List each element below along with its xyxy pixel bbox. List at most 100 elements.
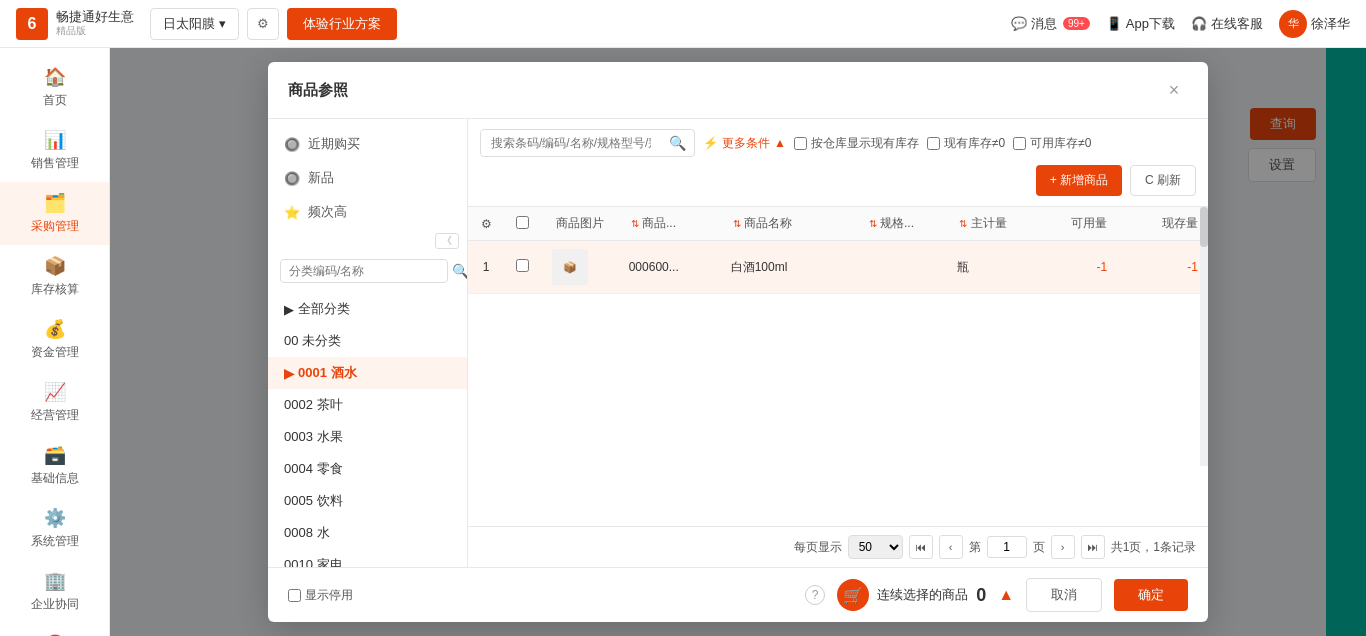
show-disabled-label: 显示停用	[305, 587, 353, 604]
table-header: ⚙ 商品图片 ⇅ 商品...	[468, 207, 1208, 241]
select-all-checkbox[interactable]	[516, 216, 529, 229]
available-stock-checkbox-label[interactable]: 可用库存≠0	[1013, 135, 1091, 152]
confirm-button[interactable]: 确定	[1114, 579, 1188, 611]
cancel-button[interactable]: 取消	[1026, 578, 1102, 612]
sidebar-item-base[interactable]: 🗃️ 基础信息	[0, 434, 109, 497]
category-0005-label: 0005 饮料	[284, 492, 343, 510]
more-filter-button[interactable]: ⚡ 更多条件 ▲	[703, 135, 786, 152]
category-0002-label: 0002 茶叶	[284, 396, 343, 414]
category-0002[interactable]: 0002 茶叶	[268, 389, 467, 421]
category-0004[interactable]: 0004 零食	[268, 453, 467, 485]
refresh-button[interactable]: C 刷新	[1130, 165, 1196, 196]
row-code: 000600...	[619, 241, 721, 294]
left-panel-collapse-button[interactable]: 《	[435, 233, 459, 249]
new-label: 新品	[308, 169, 334, 187]
category-0003[interactable]: 0003 水果	[268, 421, 467, 453]
category-0008[interactable]: 0008 水	[268, 517, 467, 549]
sidebar-item-finance[interactable]: 💰 资金管理	[0, 308, 109, 371]
category-search-input[interactable]	[280, 259, 448, 283]
category-search-icon[interactable]: 🔍	[452, 263, 468, 279]
show-disabled-checkbox-label[interactable]: 显示停用	[288, 587, 353, 604]
company-selector[interactable]: 日太阳膜 ▾	[150, 8, 239, 40]
current-stock-label: 现有库存≠0	[944, 135, 1005, 152]
arrow-active-icon: ▶	[284, 366, 294, 381]
table-row[interactable]: 1 📦 000600... 白酒100ml	[468, 241, 1208, 294]
sidebar-item-purchase[interactable]: 🗂️ 采购管理	[0, 182, 109, 245]
category-0010[interactable]: 0010 家电	[268, 549, 467, 567]
warehouse-stock-label: 按仓库显示现有库存	[811, 135, 919, 152]
finance-icon: 💰	[44, 318, 66, 340]
logo-text-area: 畅捷通好生意 精品版	[56, 9, 134, 39]
page-number-input[interactable]	[987, 536, 1027, 558]
category-0010-label: 0010 家电	[284, 556, 343, 567]
settings-icon[interactable]: ⚙	[247, 8, 279, 40]
sidebar-item-inventory[interactable]: 📦 库存核算	[0, 245, 109, 308]
category-0003-label: 0003 水果	[284, 428, 343, 446]
sidebar-item-sales[interactable]: 📊 销售管理	[0, 119, 109, 182]
prev-page-button[interactable]: ‹	[939, 535, 963, 559]
current-stock-checkbox[interactable]	[927, 137, 940, 150]
category-0001[interactable]: ▶ 0001 酒水	[268, 357, 467, 389]
help-icon[interactable]: ?	[805, 585, 825, 605]
user-nav-item[interactable]: 华 徐泽华	[1279, 10, 1350, 38]
sidebar-item-system[interactable]: ⚙️ 系统管理	[0, 497, 109, 560]
sidebar-label-enterprise: 企业协同	[31, 596, 79, 613]
home-icon: 🏠	[44, 66, 66, 88]
col-header-name[interactable]: ⇅ 商品名称	[721, 207, 857, 241]
chevron-down-icon: ▾	[219, 16, 226, 31]
cart-count: 0	[976, 585, 986, 606]
company-name: 日太阳膜	[163, 15, 215, 33]
current-stock-checkbox-label[interactable]: 现有库存≠0	[927, 135, 1005, 152]
row-checkbox[interactable]	[516, 259, 529, 272]
sidebar-item-home[interactable]: 🏠 首页	[0, 56, 109, 119]
row-name: 白酒100ml	[721, 241, 857, 294]
scrollbar-track[interactable]	[1200, 207, 1208, 466]
warehouse-stock-checkbox-label[interactable]: 按仓库显示现有库存	[794, 135, 919, 152]
message-nav-item[interactable]: 💬 消息 99+	[1011, 15, 1090, 33]
col-header-code[interactable]: ⇅ 商品...	[619, 207, 721, 241]
col-header-available: 可用量	[1027, 207, 1118, 241]
page-suffix: 页	[1033, 539, 1045, 556]
first-page-button[interactable]: ⏮	[909, 535, 933, 559]
col-header-unit[interactable]: ⇅ 主计量	[947, 207, 1026, 241]
col-header-stock: 现存量	[1117, 207, 1208, 241]
cart-collapse-icon[interactable]: ▲	[998, 586, 1014, 604]
product-search-input[interactable]	[481, 131, 661, 155]
avatar: 华	[1279, 10, 1307, 38]
category-0005[interactable]: 0005 饮料	[268, 485, 467, 517]
col-name-label: 商品名称	[744, 216, 792, 230]
message-badge: 99+	[1063, 17, 1090, 30]
available-stock-label: 可用库存≠0	[1030, 135, 1091, 152]
sidebar-item-enterprise[interactable]: 🏢 企业协同	[0, 560, 109, 623]
category-all[interactable]: ▶ 全部分类	[268, 293, 467, 325]
main-layout: 🏠 首页 📊 销售管理 🗂️ 采购管理 📦 库存核算 💰 资金管理 📈 经营管理…	[0, 48, 1366, 636]
online-service-nav-item[interactable]: 🎧 在线客服	[1191, 15, 1263, 33]
row-index: 1	[468, 241, 504, 294]
category-00[interactable]: 00 未分类	[268, 325, 467, 357]
row-image-cell: 📦	[542, 241, 619, 294]
sidebar-item-business[interactable]: 📈 经营管理	[0, 371, 109, 434]
last-page-button[interactable]: ⏭	[1081, 535, 1105, 559]
app-download-nav-item[interactable]: 📱 App下载	[1106, 15, 1175, 33]
show-disabled-checkbox[interactable]	[288, 589, 301, 602]
scrollbar-thumb[interactable]	[1200, 207, 1208, 247]
recent-purchase-item[interactable]: 🔘 近期购买	[268, 127, 467, 161]
per-page-select[interactable]: 50 10 20 100	[848, 535, 903, 559]
warehouse-stock-checkbox[interactable]	[794, 137, 807, 150]
modal-close-button[interactable]: ×	[1160, 76, 1188, 104]
new-product-item[interactable]: 🔘 新品	[268, 161, 467, 195]
product-toolbar: 🔍 ⚡ 更多条件 ▲ 按仓库显示现有库存	[468, 119, 1208, 207]
product-search-icon-button[interactable]: 🔍	[661, 130, 694, 156]
sidebar-label-finance: 资金管理	[31, 344, 79, 361]
category-list: ▶ 全部分类 00 未分类 ▶ 0001 酒水 0002 茶	[268, 289, 467, 567]
phone-icon: 📱	[1106, 16, 1122, 31]
sidebar-item-guide[interactable]: 🎯 新手引导	[0, 623, 109, 636]
available-stock-checkbox[interactable]	[1013, 137, 1026, 150]
category-all-label: 全部分类	[298, 300, 350, 318]
col-header-spec[interactable]: ⇅ 规格...	[857, 207, 948, 241]
trial-button[interactable]: 体验行业方案	[287, 8, 397, 40]
col-code-label: 商品...	[642, 216, 676, 230]
frequent-item[interactable]: ⭐ 频次高	[268, 195, 467, 229]
add-product-button[interactable]: + 新增商品	[1036, 165, 1122, 196]
next-page-button[interactable]: ›	[1051, 535, 1075, 559]
